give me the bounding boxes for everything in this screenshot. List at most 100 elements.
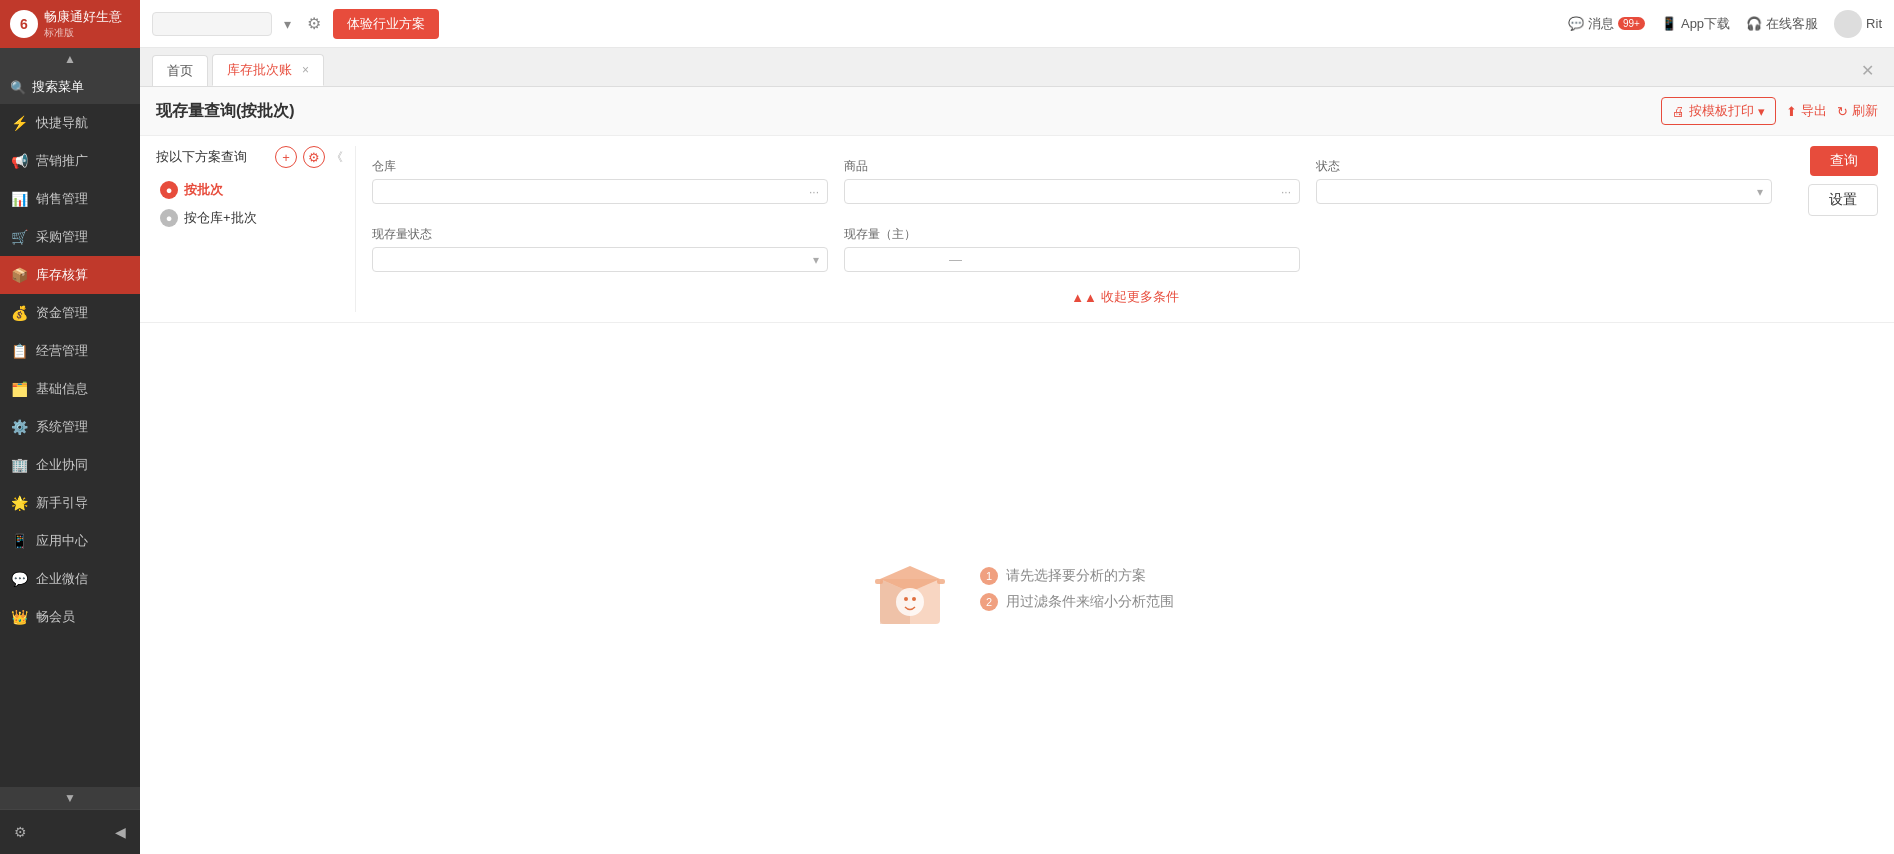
stock-qty-label: 现存量（主） xyxy=(844,226,1300,243)
enterprise-icon: 🏢 xyxy=(10,456,28,474)
page-content: 现存量查询(按批次) 🖨 按模板打印 ▾ ⬆ 导出 ↻ 刷新 xyxy=(140,87,1894,854)
topbar-gear-icon[interactable]: ⚙ xyxy=(303,10,325,37)
sidebar-item-quick-nav[interactable]: ⚡ 快捷导航 xyxy=(0,104,140,142)
sidebar-item-member[interactable]: 👑 畅会员 xyxy=(0,598,140,636)
svg-rect-7 xyxy=(937,579,945,584)
sidebar-item-wechat[interactable]: 💬 企业微信 xyxy=(0,560,140,598)
sidebar-collapse-btn[interactable]: ◀ xyxy=(111,820,130,844)
print-btn[interactable]: 🖨 按模板打印 ▾ xyxy=(1661,97,1776,125)
status-select-wrap[interactable]: ▾ xyxy=(1316,179,1772,204)
user-profile[interactable]: Rit xyxy=(1834,10,1882,38)
filter-plan-batch-label: 按批次 xyxy=(184,181,223,199)
filter-row-2: 现存量状态 ▾ 现存量（主） — xyxy=(372,226,1878,272)
empty-tip-2: 2 用过滤条件来缩小分析范围 xyxy=(980,593,1174,611)
sidebar-item-sales[interactable]: 📊 销售管理 xyxy=(0,180,140,218)
collapse-up-icon: ▲▲ xyxy=(1071,290,1097,305)
filter-collapse-btn[interactable]: 《 xyxy=(331,149,343,166)
app-center-icon: 📱 xyxy=(10,532,28,550)
collapse-more-label: 收起更多条件 xyxy=(1101,288,1179,306)
product-input-wrap[interactable]: ··· xyxy=(844,179,1300,204)
filter-plan-by-warehouse-batch[interactable]: ● 按仓库+批次 xyxy=(156,204,343,232)
page-header-actions: 🖨 按模板打印 ▾ ⬆ 导出 ↻ 刷新 xyxy=(1661,97,1878,125)
add-plan-btn[interactable]: + xyxy=(275,146,297,168)
filter-left: 按以下方案查询 + ⚙ 《 ● 按批次 ● 按仓库+批次 xyxy=(156,146,356,312)
topbar-right: 💬 消息 99+ 📱 App下载 🎧 在线客服 Rit xyxy=(1568,10,1882,38)
tabbar: 首页 库存批次账 × ✕ xyxy=(140,48,1894,87)
print-dropdown-icon[interactable]: ▾ xyxy=(1758,104,1765,119)
filter-left-title: 按以下方案查询 + ⚙ 《 xyxy=(156,146,343,168)
tab-close-icon[interactable]: × xyxy=(302,63,309,77)
stock-status-label: 现存量状态 xyxy=(372,226,828,243)
wechat-icon: 💬 xyxy=(10,570,28,588)
refresh-btn-label: 刷新 xyxy=(1852,102,1878,120)
export-btn-label: 导出 xyxy=(1801,102,1827,120)
empty-tips: 1 请先选择要分析的方案 2 用过滤条件来缩小分析范围 xyxy=(980,567,1174,611)
export-btn[interactable]: ⬆ 导出 xyxy=(1786,102,1827,120)
topbar-dropdown-icon[interactable]: ▾ xyxy=(280,12,295,36)
settings-button[interactable]: 设置 xyxy=(1808,184,1878,216)
warehouse-input-wrap[interactable]: ··· xyxy=(372,179,828,204)
sidebar-settings-btn[interactable]: ⚙ xyxy=(10,820,31,844)
sidebar-item-label: 资金管理 xyxy=(36,304,88,322)
stock-status-select-wrap[interactable]: ▾ xyxy=(372,247,828,272)
sidebar-item-purchase[interactable]: 🛒 采购管理 xyxy=(0,218,140,256)
member-icon: 👑 xyxy=(10,608,28,626)
status-label: 状态 xyxy=(1316,158,1772,175)
tab-inventory-batch[interactable]: 库存批次账 × xyxy=(212,54,324,86)
inventory-icon: 📦 xyxy=(10,266,28,284)
sidebar-item-basics[interactable]: 🗂️ 基础信息 xyxy=(0,370,140,408)
sidebar-item-marketing[interactable]: 📢 营销推广 xyxy=(0,142,140,180)
sidebar-item-inventory[interactable]: 📦 库存核算 xyxy=(0,256,140,294)
app-download-label: App下载 xyxy=(1681,15,1730,33)
online-service-label: 在线客服 xyxy=(1766,15,1818,33)
warehouse-input[interactable] xyxy=(381,184,809,199)
sidebar-item-enterprise[interactable]: 🏢 企业协同 xyxy=(0,446,140,484)
warehouse-more-icon[interactable]: ··· xyxy=(809,185,819,199)
tab-area-close-btn[interactable]: ✕ xyxy=(1853,61,1882,80)
collapse-more-btn[interactable]: ▲▲ 收起更多条件 xyxy=(372,282,1878,312)
sidebar-item-finance[interactable]: 💰 资金管理 xyxy=(0,294,140,332)
sidebar-item-system[interactable]: ⚙️ 系统管理 xyxy=(0,408,140,446)
stock-qty-min-input[interactable] xyxy=(845,248,945,271)
scroll-up-arrow[interactable]: ▲ xyxy=(0,48,140,70)
tab-home[interactable]: 首页 xyxy=(152,55,208,86)
product-input[interactable] xyxy=(853,184,1281,199)
sidebar-item-label: 畅会员 xyxy=(36,608,75,626)
sidebar-item-label: 应用中心 xyxy=(36,532,88,550)
sidebar-item-operations[interactable]: 📋 经营管理 xyxy=(0,332,140,370)
filter-plan-by-batch[interactable]: ● 按批次 xyxy=(156,176,343,204)
message-icon: 💬 xyxy=(1568,16,1584,31)
empty-box-svg xyxy=(865,544,955,634)
sidebar-item-app-center[interactable]: 📱 应用中心 xyxy=(0,522,140,560)
stock-qty-range[interactable]: — xyxy=(844,247,1300,272)
sidebar-item-guide[interactable]: 🌟 新手引导 xyxy=(0,484,140,522)
sidebar-item-label: 企业微信 xyxy=(36,570,88,588)
scroll-down-arrow[interactable]: ▼ xyxy=(0,787,140,809)
stock-qty-max-input[interactable] xyxy=(966,248,1066,271)
filter-left-actions: + ⚙ 《 xyxy=(275,146,343,168)
svg-rect-6 xyxy=(875,579,883,584)
messages-label: 消息 xyxy=(1588,15,1614,33)
online-service-btn[interactable]: 🎧 在线客服 xyxy=(1746,15,1818,33)
product-more-icon[interactable]: ··· xyxy=(1281,185,1291,199)
status-select[interactable] xyxy=(1325,184,1757,199)
sidebar-search[interactable]: 🔍 搜索菜单 xyxy=(0,70,140,104)
messages-btn[interactable]: 💬 消息 99+ xyxy=(1568,15,1645,33)
page-header: 现存量查询(按批次) 🖨 按模板打印 ▾ ⬆ 导出 ↻ 刷新 xyxy=(140,87,1894,136)
experience-btn[interactable]: 体验行业方案 xyxy=(333,9,439,39)
stock-status-chevron-icon: ▾ xyxy=(813,253,819,267)
query-button[interactable]: 查询 xyxy=(1810,146,1878,176)
status-chevron-icon: ▾ xyxy=(1757,185,1763,199)
settings-plan-btn[interactable]: ⚙ xyxy=(303,146,325,168)
filter-section-label: 按以下方案查询 xyxy=(156,148,247,166)
sidebar-footer: ⚙ ◀ xyxy=(0,809,140,854)
topbar-search-input[interactable] xyxy=(152,12,272,36)
refresh-btn[interactable]: ↻ 刷新 xyxy=(1837,102,1878,120)
finance-icon: 💰 xyxy=(10,304,28,322)
sidebar-search-label: 搜索菜单 xyxy=(32,78,84,96)
phone-icon: 📱 xyxy=(1661,16,1677,31)
stock-status-select[interactable] xyxy=(381,252,813,267)
app-download-btn[interactable]: 📱 App下载 xyxy=(1661,15,1730,33)
page-title: 现存量查询(按批次) xyxy=(156,101,295,122)
print-btn-label: 按模板打印 xyxy=(1689,102,1754,120)
